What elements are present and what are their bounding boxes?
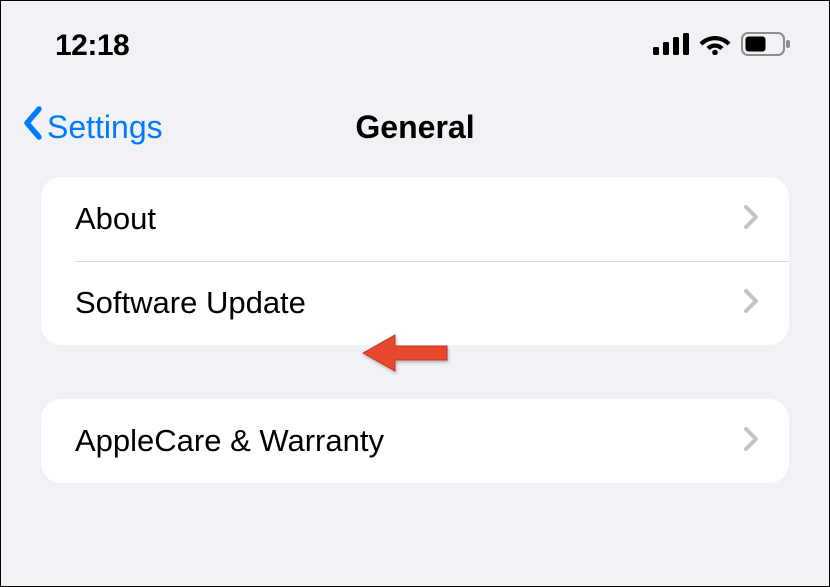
cellular-signal-icon [653, 33, 689, 60]
battery-icon [741, 32, 791, 61]
content: About Software Update AppleCare & Warran… [1, 177, 829, 483]
page-title: General [355, 109, 474, 146]
wifi-icon [699, 33, 731, 60]
row-label: AppleCare & Warranty [75, 423, 384, 459]
row-label: Software Update [75, 285, 306, 321]
chevron-right-icon [743, 426, 759, 457]
row-applecare-warranty[interactable]: AppleCare & Warranty [41, 399, 789, 483]
nav-bar: Settings General [1, 69, 829, 177]
settings-group-2: AppleCare & Warranty [41, 399, 789, 483]
settings-group-1: About Software Update [41, 177, 789, 345]
status-bar: 12:18 [1, 1, 829, 69]
status-icons [653, 32, 791, 61]
row-label: About [75, 201, 156, 237]
chevron-right-icon [743, 288, 759, 319]
status-time: 12:18 [55, 29, 129, 63]
chevron-left-icon [21, 105, 43, 149]
row-about[interactable]: About [41, 177, 789, 261]
row-software-update[interactable]: Software Update [41, 261, 789, 345]
chevron-right-icon [743, 204, 759, 235]
back-label: Settings [47, 109, 163, 146]
back-button[interactable]: Settings [21, 105, 163, 149]
